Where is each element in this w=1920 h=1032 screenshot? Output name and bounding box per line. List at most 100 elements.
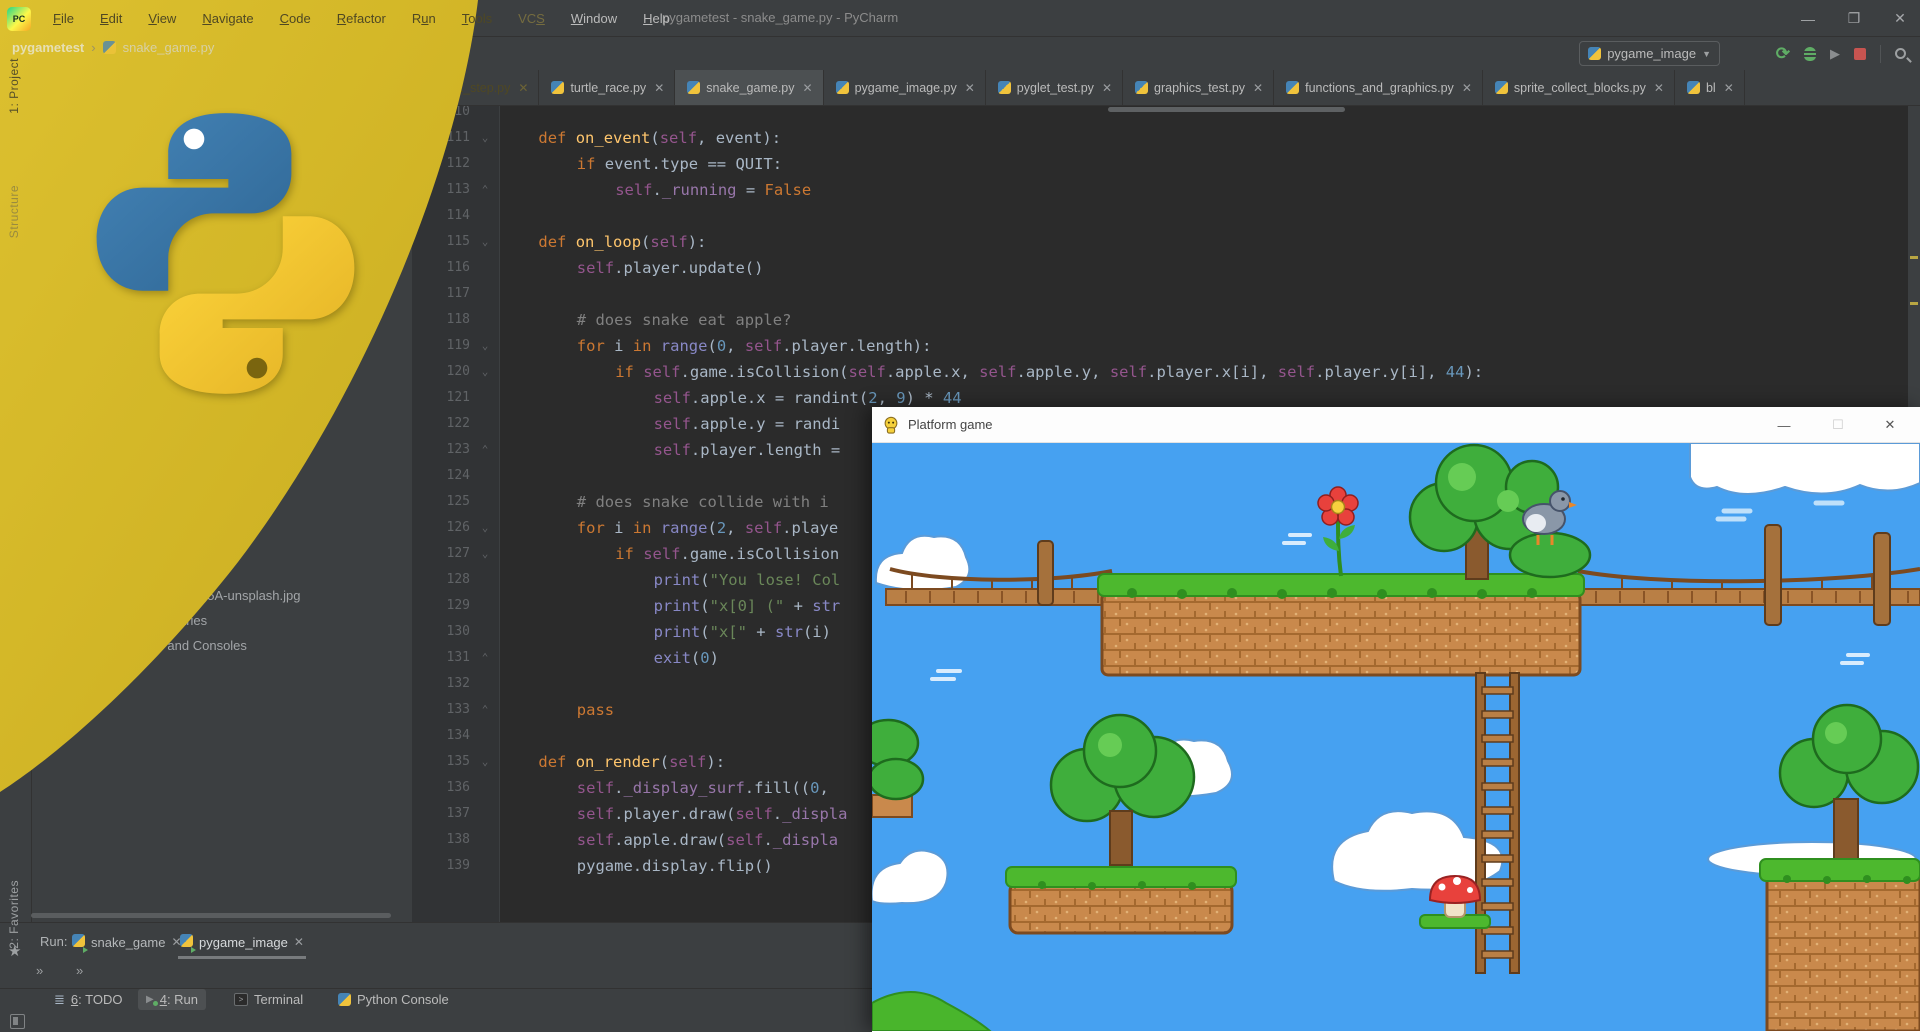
run-configuration-select[interactable]: pygame_image ▼ (1579, 41, 1720, 66)
close-icon[interactable]: ✕ (294, 935, 304, 949)
close-icon[interactable]: ✕ (1654, 81, 1664, 95)
breadcrumb-project[interactable]: pygametest (12, 40, 84, 55)
editor-tab[interactable]: turtle_race.py ✕ (539, 70, 676, 105)
fold-down-icon[interactable]: ⌄ (476, 125, 494, 151)
project-scrollbar[interactable] (31, 913, 391, 918)
tool-stripe-favorites[interactable]: 2: Favorites (7, 880, 21, 949)
chevron-right-icon[interactable]: ▸ (68, 640, 78, 651)
editor-tab[interactable]: functions_and_graphics.py ✕ (1274, 70, 1483, 105)
editor-tab[interactable]: snake_game.py ✕ (675, 70, 824, 105)
tree-root-row[interactable]: ▾pygametestcts\pygam (70, 108, 481, 133)
chevron-down-icon[interactable]: ▾ (94, 83, 99, 94)
menu-window[interactable]: Window (558, 11, 630, 26)
warning-mark[interactable] (1910, 302, 1918, 305)
search-everywhere-icon[interactable] (1895, 48, 1906, 59)
editor-tab[interactable]: graphics_test.py ✕ (1123, 70, 1275, 105)
game-maximize-icon[interactable]: ☐ (1818, 407, 1858, 443)
warning-mark[interactable] (1910, 256, 1918, 259)
editor-tab[interactable]: first_step.py ✕ (412, 70, 540, 105)
tree-item[interactable]: snake_game.py (88, 508, 201, 533)
tree-item[interactable]: ▸ External Libraries (68, 608, 207, 633)
profiler-icon[interactable] (1854, 47, 1866, 60)
tree-item[interactable]: pygame_image.py (88, 433, 215, 458)
project-header-icon[interactable]: ⊕ (308, 80, 320, 97)
fold-down-icon[interactable]: ⌄ (476, 515, 494, 541)
tree-item[interactable]: ▸ venv (88, 133, 153, 158)
menu-navigate[interactable]: Navigate (189, 11, 266, 26)
fold-up-icon[interactable]: ⌃ (476, 177, 494, 203)
breadcrumb-file[interactable]: snake_game.py (123, 40, 215, 55)
fold-down-icon[interactable]: ⌄ (476, 749, 494, 775)
menu-edit[interactable]: Edit (87, 11, 135, 26)
toolwindow-button-todo[interactable]: ≣ 6: TODO (46, 989, 130, 1010)
menu-help[interactable]: Help (630, 11, 683, 26)
minimize-icon[interactable]: — (1798, 11, 1818, 27)
tree-item[interactable]: intermediate_platform_pygame.png (88, 358, 314, 383)
project-header-icon[interactable]: ⚙ (364, 80, 377, 97)
fold-up-icon[interactable]: ⌃ (476, 697, 494, 723)
tree-item[interactable]: kivy_test.py (88, 383, 177, 408)
code-text: pygame.display.flip() (576, 857, 773, 875)
tool-stripe-structure[interactable]: Structure (7, 185, 21, 238)
run-tab[interactable]: pygame_image ✕ (172, 927, 312, 959)
fold-down-icon[interactable]: ⌄ (476, 333, 494, 359)
close-icon[interactable]: ✕ (803, 81, 813, 95)
close-icon[interactable]: ✕ (518, 81, 528, 95)
run-with-coverage-icon[interactable]: ▶ (1830, 46, 1840, 62)
menu-vcs[interactable]: VCS (505, 11, 558, 26)
fold-down-icon[interactable]: ⌄ (476, 359, 494, 385)
menu-refactor[interactable]: Refactor (324, 11, 399, 26)
project-panel-title[interactable]: Project (44, 81, 88, 96)
menu-file[interactable]: File (40, 11, 87, 26)
tree-item[interactable]: v2osk-1Z2niiBPg5A-unsplash.jpg (88, 583, 301, 608)
editor-tab[interactable]: sprite_collect_blocks.py ✕ (1483, 70, 1675, 105)
game-canvas[interactable] (872, 443, 1920, 1031)
menu-tools[interactable]: Tools (449, 11, 505, 26)
close-icon[interactable]: ✕ (1102, 81, 1112, 95)
menu-code[interactable]: Code (267, 11, 324, 26)
toolwindow-button-pyconsole[interactable]: Python Console (330, 989, 457, 1010)
maximize-icon[interactable]: ❐ (1844, 10, 1864, 27)
run-panel-chevron-icon[interactable]: » (76, 963, 83, 978)
fold-down-icon[interactable]: ⌄ (476, 541, 494, 567)
menu-view[interactable]: View (135, 11, 189, 26)
fold-up-icon[interactable]: ⌃ (476, 645, 494, 671)
restore-layout-icon[interactable] (10, 1014, 25, 1029)
tree-item[interactable]: sprite_collect_blocks.py (88, 533, 246, 558)
tool-stripe-project[interactable]: 1: Project (7, 58, 21, 114)
run-tab[interactable]: snake_game ✕ (64, 927, 190, 957)
tree-item[interactable]: ▸ Scratches and Consoles (68, 633, 247, 658)
close-icon[interactable]: ✕ (1462, 81, 1472, 95)
tree-item[interactable]: turtle_race.py (88, 558, 188, 583)
fold-down-icon[interactable]: ⌄ (476, 229, 494, 255)
close-icon[interactable]: ✕ (1724, 81, 1734, 95)
tree-item[interactable]: pyglet_test.py (88, 458, 189, 483)
toolwindow-button-run[interactable]: ▶ 4: Run (138, 989, 207, 1010)
debug-bug-icon[interactable] (1804, 46, 1816, 61)
game-minimize-icon[interactable]: — (1764, 407, 1804, 443)
tree-item[interactable]: logo32x32.png (88, 408, 194, 433)
close-icon[interactable]: ✕ (1253, 81, 1263, 95)
rerun-icon[interactable]: ⟳ (1776, 44, 1790, 64)
game-close-icon[interactable]: ✕ (1870, 407, 1910, 443)
project-header-icon[interactable]: ⊟ (336, 80, 348, 97)
editor-tab[interactable]: pygame_image.py ✕ (824, 70, 986, 105)
chevron-right-icon[interactable]: ▸ (68, 615, 78, 626)
editor-tab[interactable]: bl ✕ (1675, 70, 1745, 105)
close-icon[interactable]: ✕ (965, 81, 975, 95)
project-header-icon[interactable]: ─ (392, 80, 402, 97)
chevron-right-icon[interactable]: ▸ (88, 140, 98, 151)
game-window[interactable]: Platform game — ☐ ✕ (872, 407, 1920, 1032)
favorites-star-icon[interactable]: ★ (8, 942, 21, 960)
game-title-bar[interactable]: Platform game — ☐ ✕ (872, 407, 1920, 443)
tree-item[interactable]: graphics_test.py (88, 333, 204, 358)
fold-up-icon[interactable]: ⌃ (476, 437, 494, 463)
editor-tab[interactable]: pyglet_test.py ✕ (986, 70, 1123, 105)
menu-run[interactable]: Run (399, 11, 449, 26)
chevron-down-icon[interactable]: ▾ (70, 115, 80, 126)
toolwindow-button-terminal[interactable]: > Terminal (226, 989, 311, 1010)
close-icon[interactable]: ✕ (654, 81, 664, 95)
close-icon[interactable]: ✕ (1890, 10, 1910, 27)
tree-item[interactable]: Smile50x50.png (88, 483, 202, 508)
run-panel-chevron-icon[interactable]: » (36, 963, 43, 978)
